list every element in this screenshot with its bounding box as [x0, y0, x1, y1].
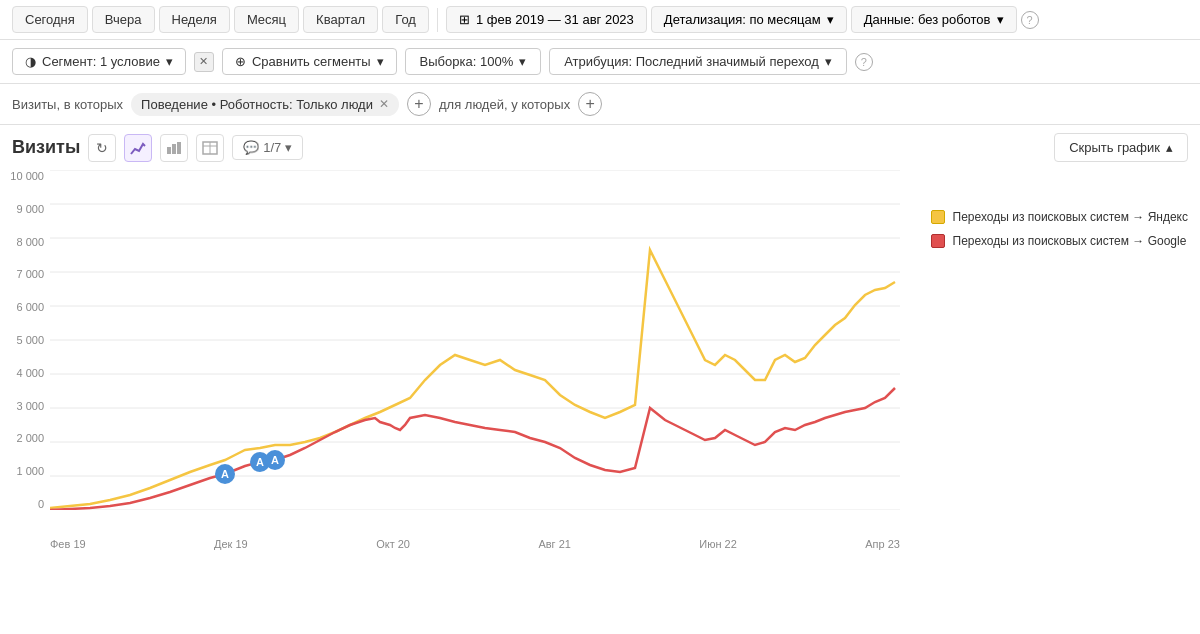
annotation-count: 1/7 [263, 140, 281, 155]
segment-label: Сегмент: 1 условие [42, 54, 160, 69]
btn-quarter[interactable]: Квартал [303, 6, 378, 33]
bar-chart-icon [166, 141, 182, 155]
data-label: Данные: без роботов [864, 12, 991, 27]
chevron-up-icon: ▴ [1166, 140, 1173, 155]
chevron-down-icon6: ▾ [825, 54, 832, 69]
sample-btn[interactable]: Выборка: 100% ▾ [405, 48, 542, 75]
btn-year[interactable]: Год [382, 6, 429, 33]
bar-chart-icon-btn[interactable] [160, 134, 188, 162]
legend: Переходы из поисковых систем → Яндекс Пе… [931, 210, 1188, 248]
y-label-1000: 1 000 [0, 465, 50, 477]
y-label-6000: 6 000 [0, 301, 50, 313]
detail-btn[interactable]: Детализация: по месяцам ▾ [651, 6, 847, 33]
segment-close-btn[interactable]: ✕ [194, 52, 214, 72]
help-icon2[interactable]: ? [855, 53, 873, 71]
for-people-label: для людей, у которых [439, 97, 570, 112]
chart-svg: А А А [50, 170, 900, 510]
data-btn[interactable]: Данные: без роботов ▾ [851, 6, 1017, 33]
y-label-7000: 7 000 [0, 268, 50, 280]
y-label-4000: 4 000 [0, 367, 50, 379]
y-label-10000: 10 000 [0, 170, 50, 182]
x-label-oct20: Окт 20 [376, 538, 410, 550]
refresh-icon-btn[interactable]: ↻ [88, 134, 116, 162]
annotation-a1-label: А [221, 468, 229, 480]
legend-color-yandex [931, 210, 945, 224]
y-label-0: 0 [0, 498, 50, 510]
detail-label: Детализация: по месяцам [664, 12, 821, 27]
date-range-btn[interactable]: ⊞ 1 фев 2019 — 31 авг 2023 [446, 6, 647, 33]
annotation-a3-label: А [271, 454, 279, 466]
annotation-a2-label: А [256, 456, 264, 468]
y-axis: 0 1 000 2 000 3 000 4 000 5 000 6 000 7 … [0, 170, 50, 530]
second-bar: ◑ Сегмент: 1 условие ▾ ✕ ⊕ Сравнить сегм… [0, 40, 1200, 84]
legend-item-yandex: Переходы из поисковых систем → Яндекс [931, 210, 1188, 224]
add-condition-btn[interactable]: + [407, 92, 431, 116]
y-label-2000: 2 000 [0, 432, 50, 444]
chevron-down-icon5: ▾ [519, 54, 526, 69]
sample-label: Выборка: 100% [420, 54, 514, 69]
help-icon[interactable]: ? [1021, 11, 1039, 29]
chart-header: Визиты ↻ 💬 1/7 ▾ Скрыть график ▴ [0, 125, 1200, 170]
btn-month[interactable]: Месяц [234, 6, 299, 33]
third-bar: Визиты, в которых Поведение • Роботность… [0, 84, 1200, 125]
chevron-down-icon3: ▾ [166, 54, 173, 69]
chevron-down-icon4: ▾ [377, 54, 384, 69]
x-label-aug21: Авг 21 [538, 538, 570, 550]
x-label-dec19: Дек 19 [214, 538, 248, 550]
date-range-label: 1 фев 2019 — 31 авг 2023 [476, 12, 634, 27]
chevron-down-icon: ▾ [827, 12, 834, 27]
chart-title: Визиты [12, 137, 80, 158]
x-axis: Фев 19 Дек 19 Окт 20 Авг 21 Июн 22 Апр 2… [50, 538, 900, 550]
svg-rect-2 [177, 142, 181, 154]
compare-icon: ⊕ [235, 54, 246, 69]
btn-week[interactable]: Неделя [159, 6, 230, 33]
x-label-apr23: Апр 23 [865, 538, 900, 550]
btn-yesterday[interactable]: Вчера [92, 6, 155, 33]
chevron-down-icon7: ▾ [285, 140, 292, 155]
x-label-jun22: Июн 22 [699, 538, 737, 550]
yandex-line [50, 250, 895, 508]
hide-chart-label: Скрыть график [1069, 140, 1160, 155]
legend-label-yandex: Переходы из поисковых систем → Яндекс [953, 210, 1188, 224]
y-label-3000: 3 000 [0, 400, 50, 412]
compare-label: Сравнить сегменты [252, 54, 371, 69]
pie-icon: ◑ [25, 54, 36, 69]
legend-color-google [931, 234, 945, 248]
top-bar: Сегодня Вчера Неделя Месяц Квартал Год ⊞… [0, 0, 1200, 40]
y-label-5000: 5 000 [0, 334, 50, 346]
line-chart-icon-btn[interactable] [124, 134, 152, 162]
tag-close-btn[interactable]: ✕ [379, 97, 389, 111]
hide-chart-btn[interactable]: Скрыть график ▴ [1054, 133, 1188, 162]
y-label-8000: 8 000 [0, 236, 50, 248]
calendar-icon: ⊞ [459, 12, 470, 27]
btn-today[interactable]: Сегодня [12, 6, 88, 33]
annotation-btn[interactable]: 💬 1/7 ▾ [232, 135, 303, 160]
table-icon [202, 141, 218, 155]
add-for-people-btn[interactable]: + [578, 92, 602, 116]
google-line [50, 388, 895, 510]
visits-condition-label: Визиты, в которых [12, 97, 123, 112]
chevron-down-icon2: ▾ [997, 12, 1004, 27]
separator [437, 8, 438, 32]
table-icon-btn[interactable] [196, 134, 224, 162]
segment-btn[interactable]: ◑ Сегмент: 1 условие ▾ [12, 48, 186, 75]
attribution-label: Атрибуция: Последний значимый переход [564, 54, 819, 69]
condition-tag: Поведение • Роботность: Только люди ✕ [131, 93, 399, 116]
legend-item-google: Переходы из поисковых систем → Google [931, 234, 1188, 248]
y-label-9000: 9 000 [0, 203, 50, 215]
svg-rect-1 [172, 144, 176, 154]
annotation-icon: 💬 [243, 140, 259, 155]
tag-text: Поведение • Роботность: Только люди [141, 97, 373, 112]
x-label-feb19: Фев 19 [50, 538, 86, 550]
chart-area: 0 1 000 2 000 3 000 4 000 5 000 6 000 7 … [0, 170, 1200, 550]
svg-rect-0 [167, 147, 171, 154]
compare-btn[interactable]: ⊕ Сравнить сегменты ▾ [222, 48, 397, 75]
attribution-btn[interactable]: Атрибуция: Последний значимый переход ▾ [549, 48, 847, 75]
legend-label-google: Переходы из поисковых систем → Google [953, 234, 1187, 248]
line-chart-icon [130, 141, 146, 155]
